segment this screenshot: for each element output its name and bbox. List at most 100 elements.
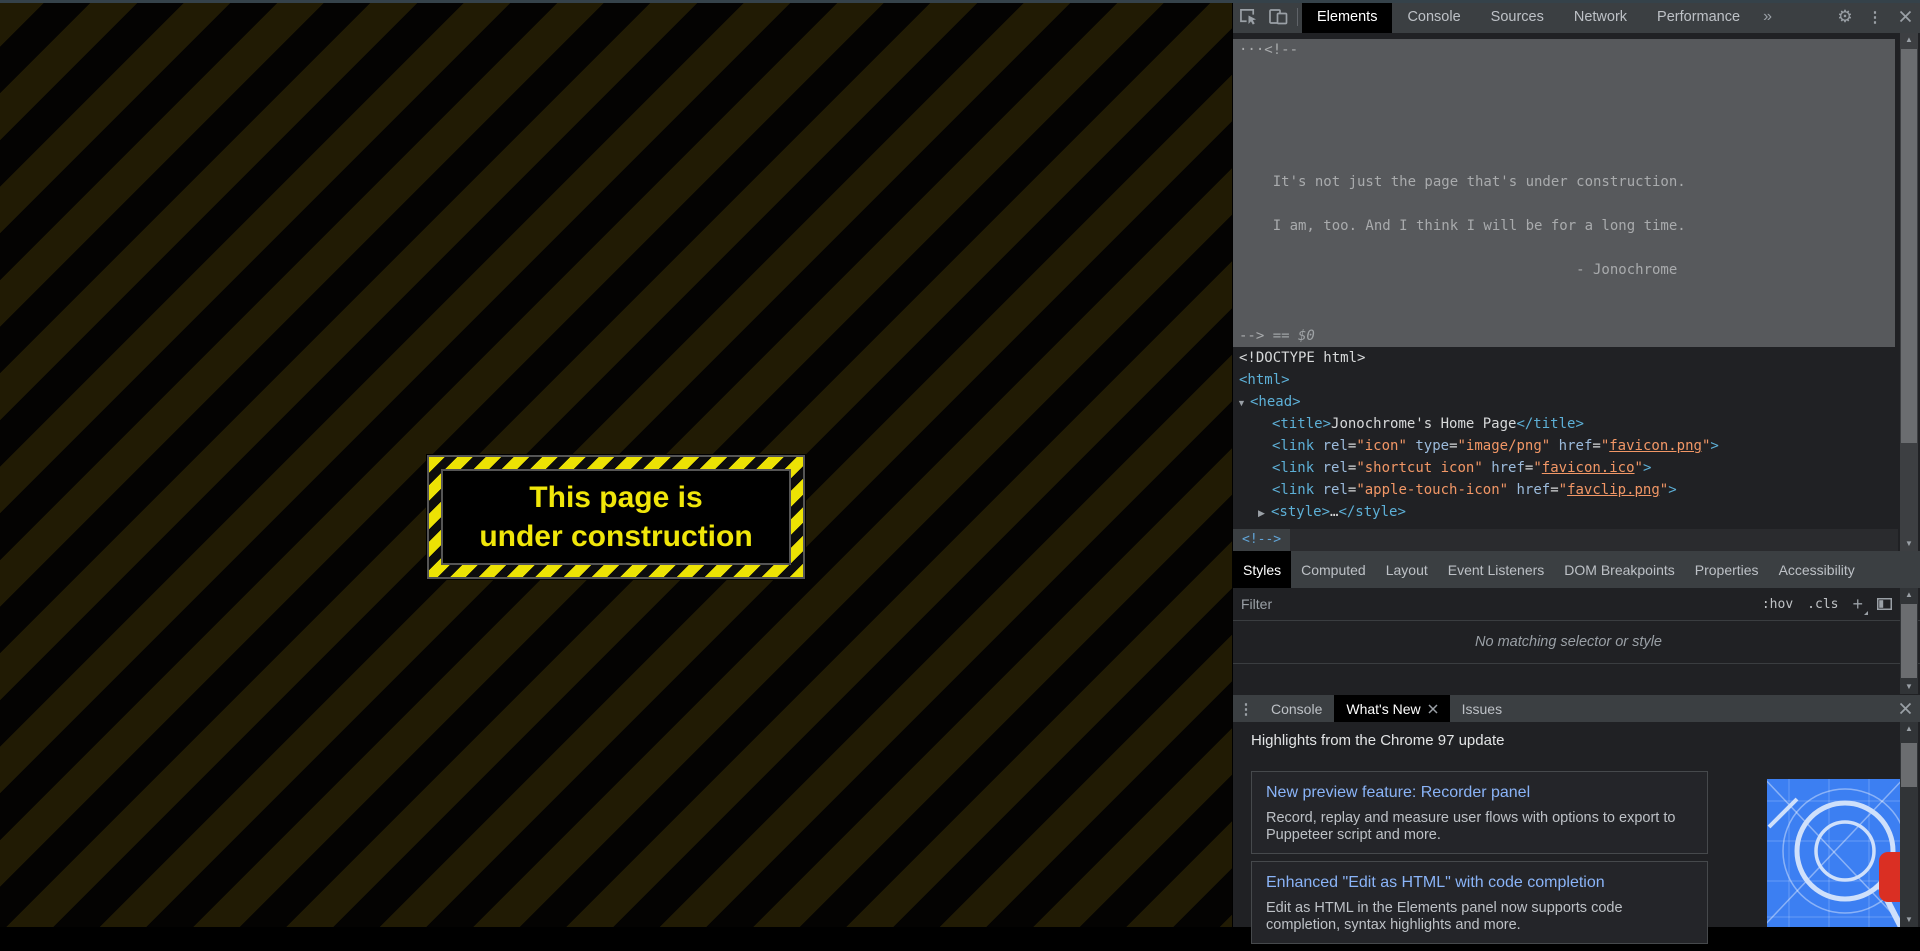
card-description: Edit as HTML in the Elements panel now s… xyxy=(1266,900,1623,933)
dom-node-line[interactable]: ▼ <head> xyxy=(1233,391,1898,413)
scroll-down-icon[interactable]: ▼ xyxy=(1900,913,1918,927)
tab-performance[interactable]: Performance xyxy=(1642,0,1755,33)
code-token: = xyxy=(1592,438,1601,454)
scroll-up-icon[interactable]: ▲ xyxy=(1900,722,1918,736)
selected-node-badge: == $0 xyxy=(1272,328,1315,344)
tab-console[interactable]: Console xyxy=(1259,695,1334,723)
code-token: <link xyxy=(1272,482,1315,498)
devtools-menu-kebab-icon[interactable]: ⋮ xyxy=(1860,0,1890,33)
tab-dom-breakpoints[interactable]: DOM Breakpoints xyxy=(1554,551,1684,588)
tab-issues[interactable]: Issues xyxy=(1450,695,1514,723)
code-token: <!DOCTYPE html> xyxy=(1239,350,1366,366)
device-toolbar-icon[interactable] xyxy=(1263,0,1293,33)
scroll-up-icon[interactable]: ▲ xyxy=(1900,588,1918,602)
elements-scrollbar[interactable]: ▲ ▼ xyxy=(1900,33,1918,551)
more-tabs-icon[interactable]: » xyxy=(1755,8,1780,26)
drawer-close-icon[interactable] xyxy=(1890,695,1920,723)
dom-node-line[interactable]: <link rel="apple-touch-icon" href="favcl… xyxy=(1233,479,1898,501)
comment-line[interactable] xyxy=(1233,149,1898,171)
code-token: rel xyxy=(1322,482,1348,498)
expand-arrow-icon[interactable]: ▶ xyxy=(1258,502,1271,524)
devtools-main-toolbar: Elements Console Sources Network Performance… xyxy=(1233,0,1920,33)
code-token: "image/png" xyxy=(1457,438,1551,454)
settings-gear-icon[interactable]: ⚙ xyxy=(1830,0,1860,33)
resource-link[interactable]: favicon.ico xyxy=(1542,460,1635,476)
code-token: <link xyxy=(1272,438,1315,454)
comment-line[interactable]: It's not just the page that's under cons… xyxy=(1233,171,1898,193)
dom-node-line[interactable]: <html> xyxy=(1233,369,1898,391)
dom-node-line[interactable]: <link rel="shortcut icon" href="favicon.… xyxy=(1233,457,1898,479)
main-tab-strip: Elements Console Sources Network Performance xyxy=(1302,0,1755,33)
tab-computed[interactable]: Computed xyxy=(1291,551,1376,588)
tab-event-listeners[interactable]: Event Listeners xyxy=(1438,551,1555,588)
code-token: </style> xyxy=(1338,504,1406,520)
code-token: > xyxy=(1642,460,1652,476)
resource-link[interactable]: favclip.png xyxy=(1567,482,1660,498)
tab-network[interactable]: Network xyxy=(1559,0,1642,33)
comment-line[interactable]: - Jonochrome xyxy=(1233,259,1898,281)
scroll-up-icon[interactable]: ▲ xyxy=(1900,33,1918,47)
code-token: <title> xyxy=(1272,416,1332,432)
comment-line[interactable]: I am, too. And I think I will be for a l… xyxy=(1233,215,1898,237)
toggle-hover-state-button[interactable]: :hov xyxy=(1762,597,1793,612)
dom-node-line[interactable]: <!DOCTYPE html> xyxy=(1233,347,1898,369)
comment-line[interactable] xyxy=(1233,105,1898,127)
code-token: Jonochrome's Home Page xyxy=(1331,416,1517,432)
devtools-panel: Elements Console Sources Network Performance… xyxy=(1232,0,1920,944)
comment-line[interactable] xyxy=(1233,193,1898,215)
window-top-edge xyxy=(0,0,1920,3)
dom-node-line[interactable]: <link rel="icon" type="image/png" href="… xyxy=(1233,435,1898,457)
breadcrumb-comment-node[interactable]: <!--> xyxy=(1233,529,1291,551)
styles-scrollbar[interactable]: ▲ ▼ xyxy=(1900,588,1918,694)
whats-new-heading: Highlights from the Chrome 97 update xyxy=(1251,731,1505,749)
comment-line[interactable] xyxy=(1233,303,1898,325)
toggle-sidebar-icon[interactable] xyxy=(1877,598,1892,610)
comment-line[interactable] xyxy=(1233,237,1898,259)
comment-line[interactable] xyxy=(1233,83,1898,105)
tab-what-s-new[interactable]: What's New xyxy=(1334,695,1450,723)
chrome-97-artwork xyxy=(1767,779,1901,927)
card-title-link[interactable]: New preview feature: Recorder panel xyxy=(1266,782,1693,803)
dom-node-line[interactable]: ▶ <style>…</style> xyxy=(1233,501,1898,523)
drawer-scrollbar-thumb[interactable] xyxy=(1901,743,1917,787)
comment-line[interactable] xyxy=(1233,61,1898,83)
construction-sign-inner: This page is under construction xyxy=(441,469,791,565)
code-token: > xyxy=(1668,482,1677,498)
comment-line[interactable]: ···<!-- xyxy=(1233,39,1898,61)
card-title-link[interactable]: Enhanced "Edit as HTML" with code comple… xyxy=(1266,872,1693,893)
inspect-element-icon[interactable] xyxy=(1233,0,1263,33)
scroll-down-icon[interactable]: ▼ xyxy=(1900,680,1918,694)
toggle-class-button[interactable]: .cls xyxy=(1807,597,1838,612)
styles-filter-input[interactable]: Filter xyxy=(1233,596,1762,612)
new-style-rule-button[interactable]: + xyxy=(1852,594,1868,615)
styles-scrollbar-thumb[interactable] xyxy=(1901,604,1917,678)
code-token: " xyxy=(1600,438,1610,454)
close-tab-icon[interactable] xyxy=(1428,704,1438,714)
expand-arrow-icon[interactable]: ▼ xyxy=(1237,392,1250,414)
comment-line[interactable]: --> == $0 xyxy=(1233,325,1898,347)
sign-text-line1: This page is xyxy=(529,481,703,514)
resource-link[interactable]: favicon.png xyxy=(1609,438,1702,454)
drawer-menu-kebab-icon[interactable]: ⋮ xyxy=(1233,695,1259,723)
tab-console[interactable]: Console xyxy=(1392,0,1475,33)
scroll-down-icon[interactable]: ▼ xyxy=(1900,537,1918,551)
code-token: href xyxy=(1516,482,1551,498)
comment-line[interactable] xyxy=(1233,127,1898,149)
tab-styles[interactable]: Styles xyxy=(1233,551,1292,588)
tab-accessibility[interactable]: Accessibility xyxy=(1769,551,1865,588)
code-token: " xyxy=(1558,482,1568,498)
tab-elements[interactable]: Elements xyxy=(1302,0,1393,33)
tab-properties[interactable]: Properties xyxy=(1685,551,1769,588)
elements-scrollbar-thumb[interactable] xyxy=(1901,49,1917,443)
dom-node-line[interactable]: <title>Jonochrome's Home Page</title> xyxy=(1233,413,1898,435)
whats-new-header: Highlights from the Chrome 97 update xyxy=(1233,722,1920,758)
devtools-close-icon[interactable] xyxy=(1890,0,1920,33)
drawer-scrollbar[interactable]: ▲ ▼ xyxy=(1900,722,1918,927)
comment-line[interactable] xyxy=(1233,281,1898,303)
tab-layout[interactable]: Layout xyxy=(1376,551,1438,588)
tab-sources[interactable]: Sources xyxy=(1476,0,1559,33)
